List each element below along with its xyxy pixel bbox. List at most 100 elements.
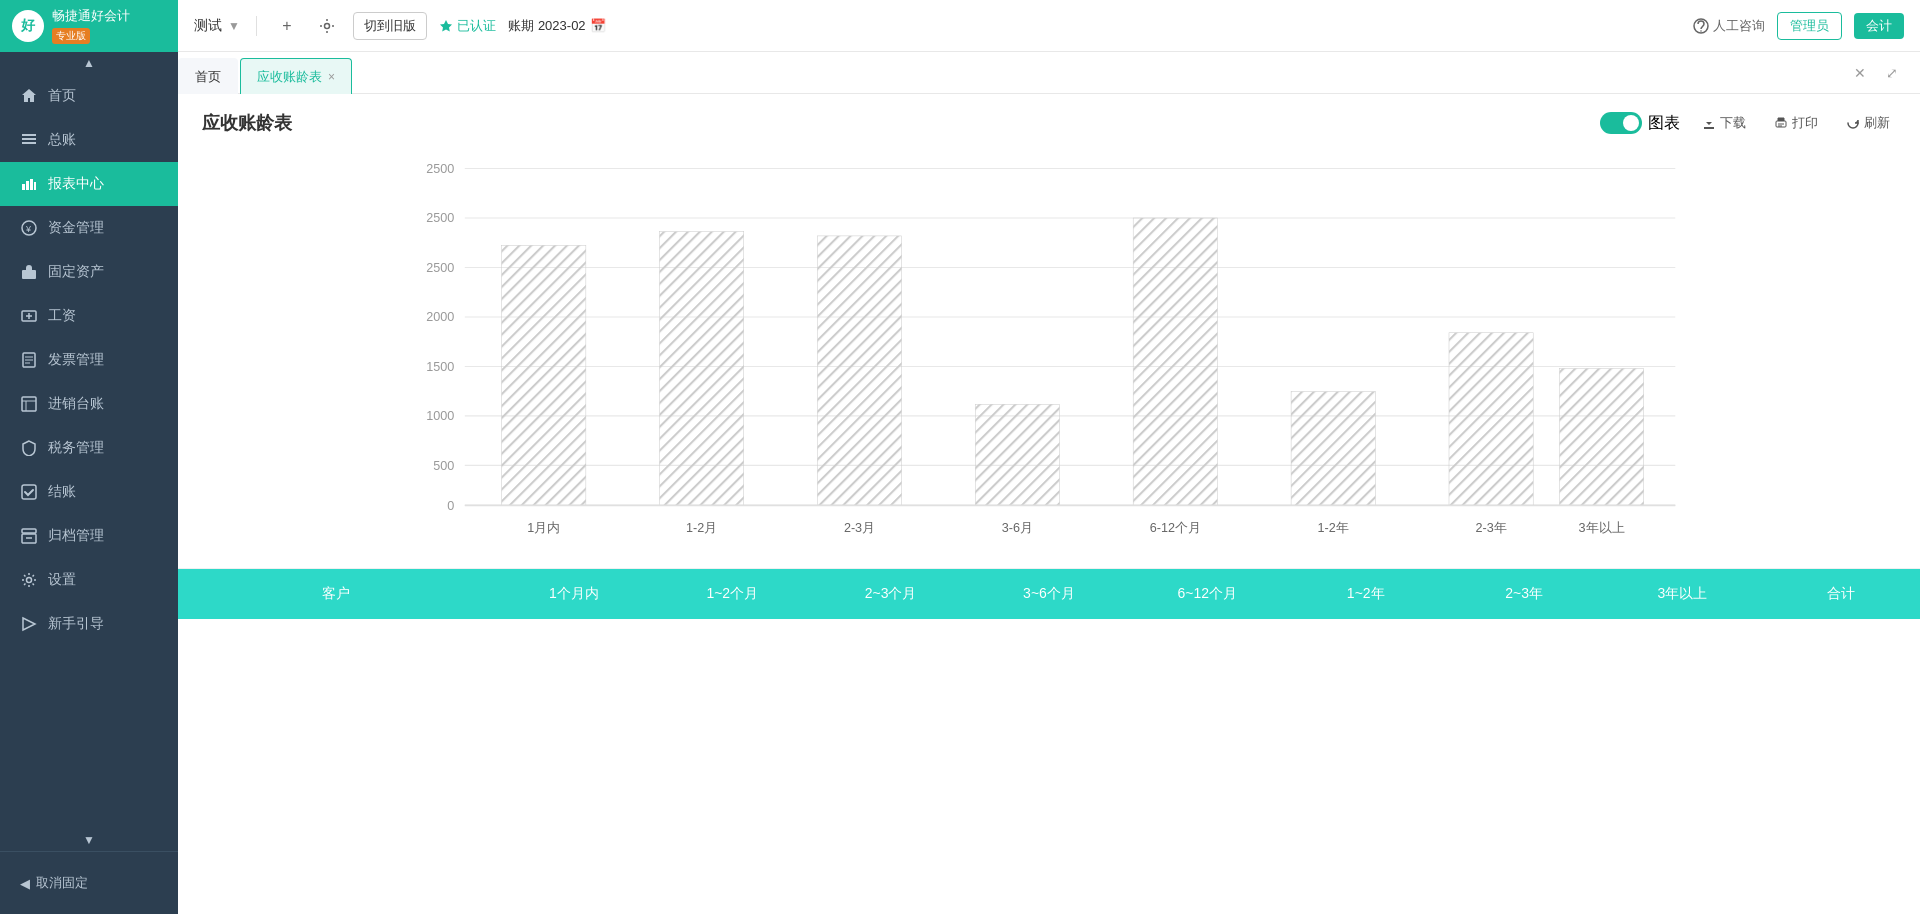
svg-rect-2 bbox=[22, 142, 36, 144]
col-header-3y-plus: 3年以上 bbox=[1603, 569, 1761, 619]
sidebar-item-invoice[interactable]: 发票管理 bbox=[0, 338, 178, 382]
svg-text:2500: 2500 bbox=[426, 211, 454, 225]
sidebar: 好 畅捷通好会计 专业版 ▲ 首页 总账 报表中心 ¥ bbox=[0, 0, 178, 914]
svg-text:0: 0 bbox=[447, 499, 454, 513]
svg-rect-46 bbox=[817, 236, 901, 505]
sidebar-label-assets: 固定资产 bbox=[48, 263, 104, 281]
scroll-down-arrow[interactable]: ▼ bbox=[0, 829, 178, 851]
col-header-1-2y: 1~2年 bbox=[1287, 569, 1445, 619]
content-area: 应收账龄表 图表 下载 打印 bbox=[178, 94, 1920, 914]
download-btn[interactable]: 下载 bbox=[1696, 110, 1752, 136]
svg-rect-51 bbox=[1560, 369, 1644, 506]
sidebar-item-funds[interactable]: ¥ 资金管理 bbox=[0, 206, 178, 250]
sidebar-logo[interactable]: 好 畅捷通好会计 专业版 bbox=[0, 0, 178, 52]
sidebar-menu: 首页 总账 报表中心 ¥ 资金管理 固定资产 bbox=[0, 74, 178, 829]
sidebar-label-home: 首页 bbox=[48, 87, 76, 105]
tax-icon bbox=[20, 439, 38, 457]
tab-close-btn[interactable]: × bbox=[328, 70, 335, 84]
logo-text-block: 畅捷通好会计 专业版 bbox=[52, 8, 130, 44]
refresh-btn[interactable]: 刷新 bbox=[1840, 110, 1896, 136]
topbar-divider-1 bbox=[256, 16, 257, 36]
topbar-right: 人工咨询 管理员 会计 bbox=[1693, 12, 1904, 40]
sidebar-item-salary[interactable]: 工资 bbox=[0, 294, 178, 338]
tabs-right-actions: ✕ ⤢ bbox=[1848, 61, 1904, 85]
tabs-bar: 首页 应收账龄表 × ✕ ⤢ bbox=[178, 52, 1920, 94]
sidebar-label-tax: 税务管理 bbox=[48, 439, 104, 457]
svg-rect-48 bbox=[1133, 218, 1217, 505]
svg-rect-3 bbox=[22, 184, 25, 190]
svg-rect-15 bbox=[22, 397, 36, 411]
accountant-btn[interactable]: 会计 bbox=[1854, 13, 1904, 39]
company-name: 测试 bbox=[194, 17, 222, 35]
table-header: 客户 1个月内 1~2个月 2~3个月 3~6个月 6~12个月 1~2年 2~… bbox=[178, 569, 1920, 619]
svg-marker-23 bbox=[23, 618, 35, 630]
sidebar-item-guide[interactable]: 新手引导 bbox=[0, 602, 178, 646]
svg-text:6-12个月: 6-12个月 bbox=[1150, 521, 1201, 535]
svg-rect-47 bbox=[975, 404, 1059, 505]
sidebar-label-funds: 资金管理 bbox=[48, 219, 104, 237]
scroll-up-arrow[interactable]: ▲ bbox=[0, 52, 178, 74]
salary-icon bbox=[20, 307, 38, 325]
service-btn[interactable]: 人工咨询 bbox=[1693, 17, 1765, 35]
sidebar-item-closing[interactable]: 结账 bbox=[0, 470, 178, 514]
funds-icon: ¥ bbox=[20, 219, 38, 237]
svg-rect-6 bbox=[34, 182, 36, 190]
sidebar-item-trading[interactable]: 进销台账 bbox=[0, 382, 178, 426]
sidebar-item-reports[interactable]: 报表中心 bbox=[0, 162, 178, 206]
cancel-fixed-btn[interactable]: ◀ 取消固定 bbox=[0, 864, 178, 902]
topbar: 测试 ▼ + 切到旧版 已认证 账期 2023-02 📅 人工咨询 管理员 会计 bbox=[178, 0, 1920, 52]
tab-receivable-aging-label: 应收账龄表 bbox=[257, 68, 322, 86]
bar-chart: 2500 2500 2500 2000 1500 1000 500 0 bbox=[202, 158, 1896, 558]
svg-rect-19 bbox=[22, 529, 36, 533]
sidebar-item-ledger[interactable]: 总账 bbox=[0, 118, 178, 162]
main-area: 测试 ▼ + 切到旧版 已认证 账期 2023-02 📅 人工咨询 管理员 会计 bbox=[178, 0, 1920, 914]
closing-icon bbox=[20, 483, 38, 501]
tab-home[interactable]: 首页 bbox=[178, 58, 238, 94]
company-selector[interactable]: 测试 ▼ bbox=[194, 17, 240, 35]
col-header-1m: 1个月内 bbox=[495, 569, 653, 619]
svg-rect-1 bbox=[22, 138, 36, 140]
chart-toggle-container: 图表 bbox=[1600, 112, 1680, 134]
sidebar-item-tax[interactable]: 税务管理 bbox=[0, 426, 178, 470]
sidebar-item-assets[interactable]: 固定资产 bbox=[0, 250, 178, 294]
svg-rect-49 bbox=[1291, 392, 1375, 506]
svg-text:1-2年: 1-2年 bbox=[1318, 521, 1349, 535]
sidebar-label-trading: 进销台账 bbox=[48, 395, 104, 413]
svg-point-26 bbox=[1700, 30, 1702, 32]
invoice-icon bbox=[20, 351, 38, 369]
col-header-2-3y: 2~3年 bbox=[1445, 569, 1603, 619]
sidebar-label-ledger: 总账 bbox=[48, 131, 76, 149]
svg-rect-4 bbox=[26, 181, 29, 190]
period-display: 账期 2023-02 📅 bbox=[508, 17, 606, 35]
certified-badge: 已认证 bbox=[439, 17, 496, 35]
print-btn[interactable]: 打印 bbox=[1768, 110, 1824, 136]
assets-icon bbox=[20, 263, 38, 281]
guide-icon bbox=[20, 615, 38, 633]
tab-close-panel-btn[interactable]: ✕ bbox=[1848, 61, 1872, 85]
calendar-icon[interactable]: 📅 bbox=[590, 18, 606, 33]
sidebar-item-archive[interactable]: 归档管理 bbox=[0, 514, 178, 558]
cancel-fixed-icon: ◀ bbox=[20, 876, 30, 891]
page-actions: 图表 下载 打印 刷新 bbox=[1600, 110, 1896, 136]
reports-icon bbox=[20, 175, 38, 193]
col-header-total: 合计 bbox=[1762, 569, 1920, 619]
tab-receivable-aging[interactable]: 应收账龄表 × bbox=[240, 58, 352, 94]
add-company-btn[interactable]: + bbox=[273, 12, 301, 40]
svg-rect-44 bbox=[502, 245, 586, 505]
page-title: 应收账龄表 bbox=[202, 111, 292, 135]
user-btn[interactable]: 管理员 bbox=[1777, 12, 1842, 40]
switch-old-btn[interactable]: 切到旧版 bbox=[353, 12, 427, 40]
sidebar-item-settings[interactable]: 设置 bbox=[0, 558, 178, 602]
svg-rect-45 bbox=[660, 232, 744, 506]
sidebar-bottom: ◀ 取消固定 bbox=[0, 851, 178, 914]
archive-icon bbox=[20, 527, 38, 545]
svg-rect-50 bbox=[1449, 333, 1533, 506]
svg-rect-5 bbox=[30, 179, 33, 190]
settings-icon bbox=[20, 571, 38, 589]
settings-btn[interactable] bbox=[313, 12, 341, 40]
ledger-icon bbox=[20, 131, 38, 149]
chart-toggle[interactable] bbox=[1600, 112, 1642, 134]
edition-badge: 专业版 bbox=[52, 28, 90, 44]
sidebar-item-home[interactable]: 首页 bbox=[0, 74, 178, 118]
tab-expand-btn[interactable]: ⤢ bbox=[1880, 61, 1904, 85]
